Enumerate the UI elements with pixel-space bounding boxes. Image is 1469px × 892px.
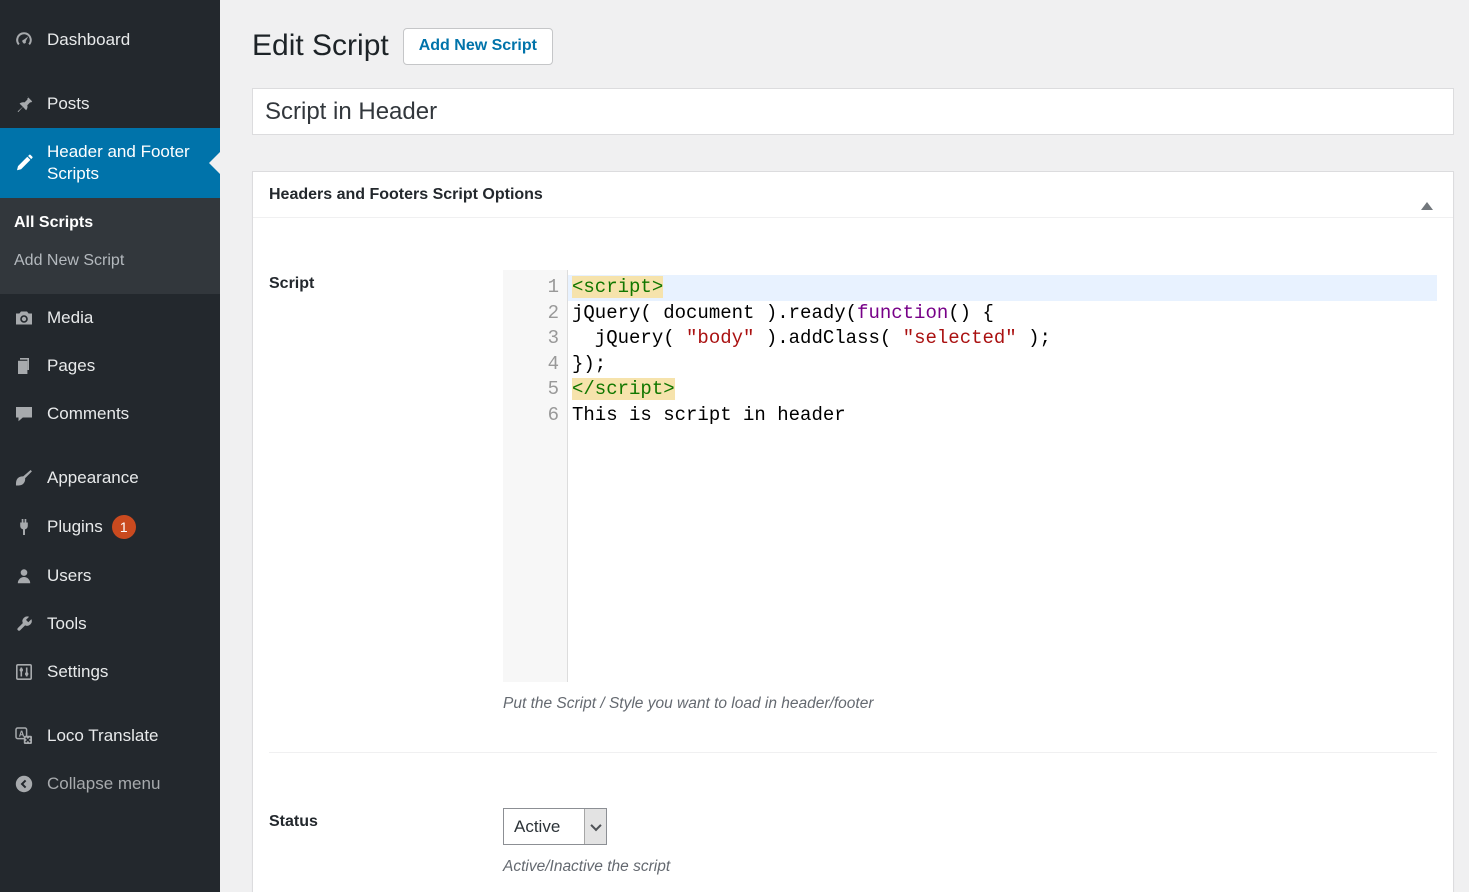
menu-separator [0,64,220,80]
sidebar-item-pages[interactable]: Pages [0,342,220,390]
dashboard-icon [14,30,34,50]
sidebar-item-label: Settings [47,661,108,683]
admin-menu: Dashboard Posts Header and Footer Scripts A… [0,16,220,808]
sidebar-item-label: Plugins [47,516,103,538]
update-count-badge: 1 [112,515,136,539]
code-line: </script> [568,377,1437,403]
plugins-plug-icon [14,517,34,537]
settings-icon [14,662,34,682]
metabox-title: Headers and Footers Script Options [269,186,1417,204]
status-select-value: Active [504,809,584,844]
status-field-row: Status Active Active/Inactive the script [269,753,1437,876]
sidebar-item-dashboard[interactable]: Dashboard [0,16,220,64]
script-title-input[interactable] [252,88,1454,135]
users-icon [14,566,34,586]
sidebar-subitem-all-scripts[interactable]: All Scripts [0,204,220,242]
sidebar-subitem-add-new-script[interactable]: Add New Script [0,242,220,280]
sidebar-item-label: Header and Footer Scripts [47,141,210,185]
sidebar-item-loco-translate[interactable]: Loco Translate [0,712,220,760]
status-help-text: Active/Inactive the script [503,858,1437,876]
sidebar-item-comments[interactable]: Comments [0,390,220,438]
sidebar-item-label: Appearance [47,467,139,489]
collapse-arrow-icon [14,774,34,794]
sidebar-item-plugins[interactable]: Plugins 1 [0,502,220,552]
sidebar-item-label: Users [47,565,91,587]
sidebar-item-label: Collapse menu [47,773,160,795]
sidebar-item-posts[interactable]: Posts [0,80,220,128]
sidebar-submenu: All ScriptsAdd New Script [0,198,220,294]
main-content: Edit Script Add New Script Headers and F… [220,0,1469,892]
sidebar-item-label: Posts [47,93,90,115]
code-area[interactable]: <script>jQuery( document ).ready(functio… [568,270,1437,682]
code-line: jQuery( document ).ready(function() { [568,301,1437,327]
sidebar-item-label: Loco Translate [47,725,159,747]
menu-separator [0,696,220,712]
sidebar-item-users[interactable]: Users [0,552,220,600]
sidebar-item-tools[interactable]: Tools [0,600,220,648]
line-number: 4 [503,352,559,378]
page-header: Edit Script Add New Script [252,26,1454,66]
status-field-label: Status [269,808,503,876]
sidebar-item-label: Dashboard [47,29,130,51]
sidebar-item-label: Tools [47,613,87,635]
sidebar-item-appearance[interactable]: Appearance [0,454,220,502]
sidebar-item-label: Media [47,307,93,329]
pushpin-icon [14,94,34,114]
code-line: This is script in header [568,403,1437,429]
script-code-editor[interactable]: 123456 <script>jQuery( document ).ready(… [503,270,1437,682]
admin-sidebar: Dashboard Posts Header and Footer Scripts A… [0,0,220,892]
pages-icon [14,356,34,376]
script-field-row: Script 123456 <script>jQuery( document )… [269,218,1437,713]
metabox-header[interactable]: Headers and Footers Script Options [253,172,1453,218]
menu-separator [0,438,220,454]
metabox-body: Script 123456 <script>jQuery( document )… [253,218,1453,876]
line-number: 1 [503,275,559,301]
select-arrow-button[interactable] [584,809,606,844]
sidebar-item-collapse-menu[interactable]: Collapse menu [0,760,220,808]
line-number: 6 [503,403,559,429]
tools-wrench-icon [14,614,34,634]
sidebar-item-label: Comments [47,403,129,425]
sidebar-item-settings[interactable]: Settings [0,648,220,696]
translate-icon [14,726,34,746]
code-line: }); [568,352,1437,378]
sidebar-item-media[interactable]: Media [0,294,220,342]
status-field-control: Active Active/Inactive the script [503,808,1437,876]
code-line: <script> [568,275,1437,301]
metabox-collapse-button[interactable] [1417,183,1437,206]
line-number: 2 [503,301,559,327]
media-icon [14,308,34,328]
sidebar-item-header-footer-scripts[interactable]: Header and Footer Scripts [0,128,220,198]
line-number: 5 [503,377,559,403]
comments-icon [14,404,34,424]
script-field-control: 123456 <script>jQuery( document ).ready(… [503,270,1437,713]
sidebar-item-label: Pages [47,355,95,377]
triangle-up-icon [1421,187,1433,210]
chevron-down-icon [590,819,601,830]
script-help-text: Put the Script / Style you want to load … [503,695,1437,713]
pencil-icon [14,153,34,173]
add-new-script-button[interactable]: Add New Script [403,28,553,65]
script-field-label: Script [269,270,503,713]
appearance-brush-icon [14,468,34,488]
status-select[interactable]: Active [503,808,607,845]
code-line: jQuery( "body" ).addClass( "selected" ); [568,326,1437,352]
line-numbers-gutter: 123456 [503,270,568,682]
line-number: 3 [503,326,559,352]
page-title: Edit Script [252,29,389,63]
script-options-metabox: Headers and Footers Script Options Scrip… [252,171,1454,892]
